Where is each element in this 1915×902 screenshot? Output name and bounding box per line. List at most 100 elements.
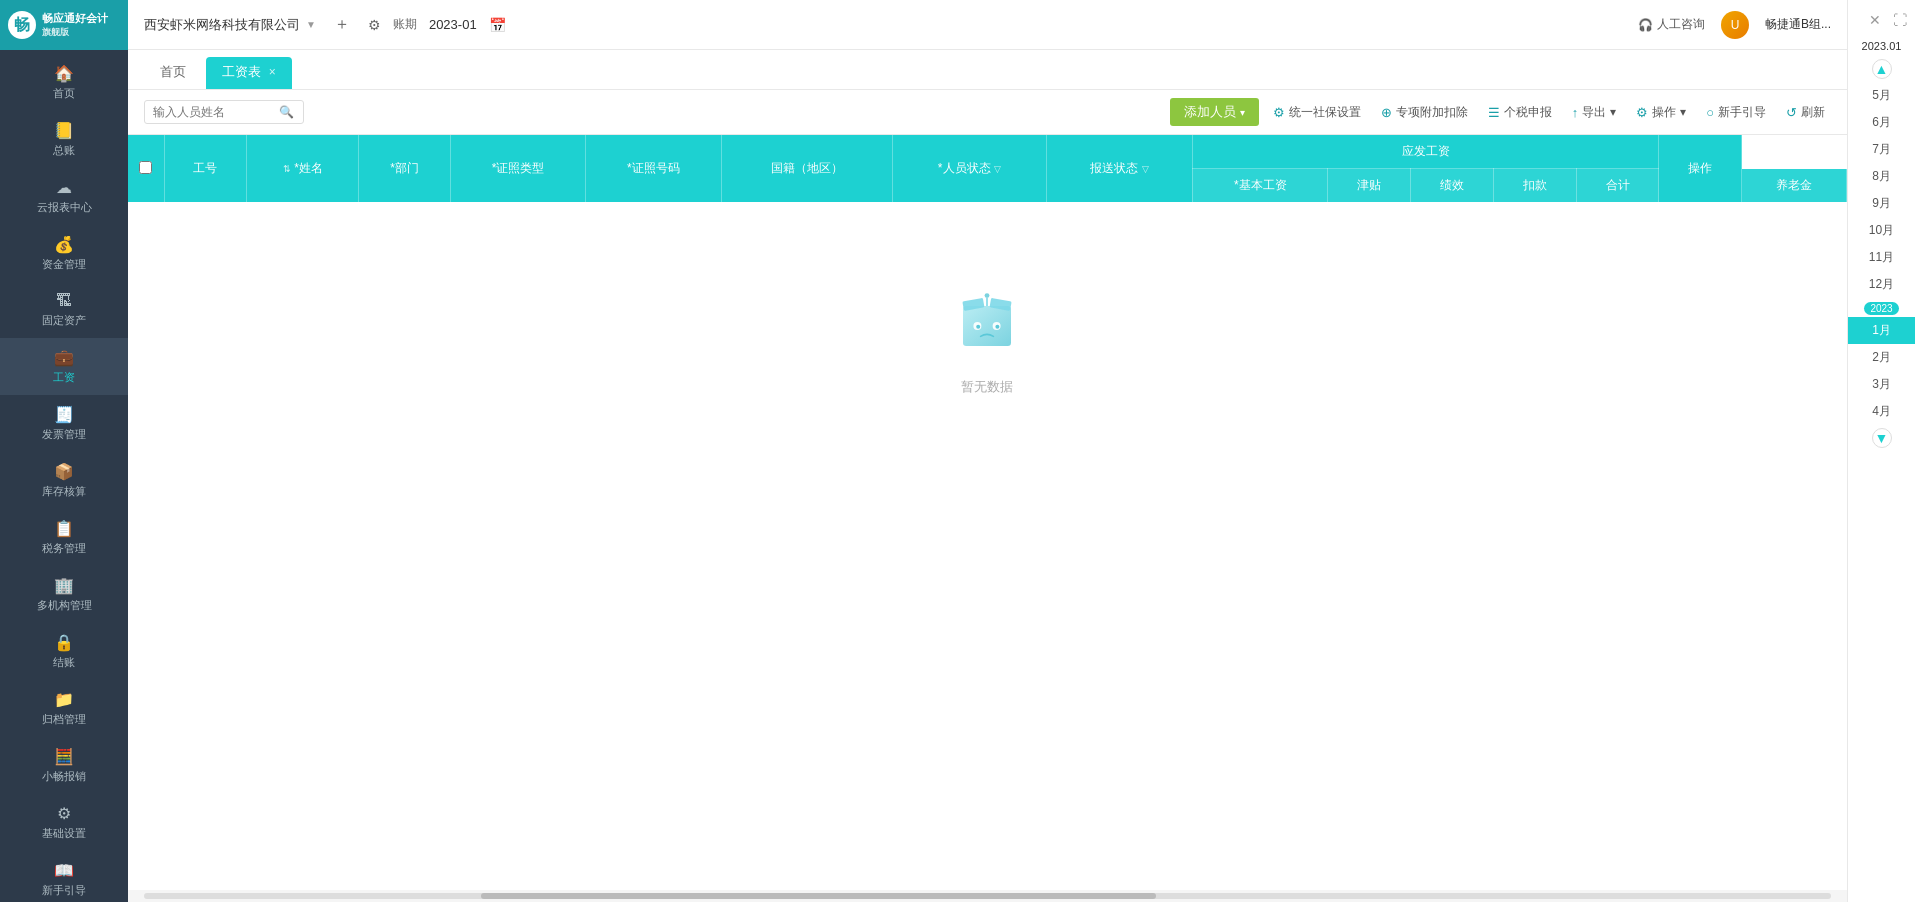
period-5[interactable]: 5月 <box>1848 82 1915 109</box>
operations-arrow-icon: ▾ <box>1680 105 1686 119</box>
sidebar-item-cloud-report[interactable]: ☁ 云报表中心 <box>0 168 128 225</box>
period-value: 2023-01 <box>429 17 477 32</box>
sidebar-label-expense: 小畅报销 <box>42 769 86 784</box>
sidebar-item-home[interactable]: 🏠 首页 <box>0 54 128 111</box>
th-allowance: 津贴 <box>1328 169 1411 203</box>
company-selector[interactable]: 西安虾米网络科技有限公司 ▼ <box>144 16 316 34</box>
svg-rect-0 <box>963 306 1011 346</box>
multi-org-icon: 🏢 <box>54 576 74 595</box>
salary-table: 工号 ⇅ *姓名 *部门 *证照类型 *证照号码 国籍（地区） *人员状态 ▽ … <box>128 135 1847 476</box>
sidebar-label-ledger: 总账 <box>53 143 75 158</box>
chevron-down-icon: ▼ <box>306 19 316 30</box>
year-badge: 2023 <box>1864 302 1898 315</box>
company-name: 西安虾米网络科技有限公司 <box>144 16 300 34</box>
th-dept: *部门 <box>359 135 450 202</box>
special-deduction-action[interactable]: ⊕ 专项附加扣除 <box>1375 100 1474 125</box>
calendar-icon[interactable]: 📅 <box>489 17 506 33</box>
topbar-right: 🎧 人工咨询 U 畅捷通B组... <box>1638 11 1831 39</box>
tab-home-label: 首页 <box>160 64 186 79</box>
operations-action[interactable]: ⚙ 操作 ▾ <box>1630 100 1692 125</box>
select-all-checkbox[interactable] <box>139 161 152 174</box>
sidebar-nav: 🏠 首页 📒 总账 ☁ 云报表中心 💰 资金管理 🏗 固定资产 💼 工资 🧾 发… <box>0 50 128 902</box>
add-person-button[interactable]: 添加人员 ▾ <box>1170 98 1259 126</box>
th-checkbox[interactable] <box>128 135 164 202</box>
scrollbar-track[interactable] <box>144 893 1831 899</box>
funds-icon: 💰 <box>54 235 74 254</box>
period-11[interactable]: 11月 <box>1848 244 1915 271</box>
tax-report-label: 个税申报 <box>1504 104 1552 121</box>
company-settings-button[interactable]: ⚙ <box>368 17 381 33</box>
sidebar: 畅 畅应通好会计 旗舰版 🏠 首页 📒 总账 ☁ 云报表中心 💰 资金管理 🏗 … <box>0 0 128 902</box>
search-input[interactable] <box>153 105 273 119</box>
tab-home[interactable]: 首页 <box>144 57 202 89</box>
tax-report-action[interactable]: ☰ 个税申报 <box>1482 100 1558 125</box>
sidebar-item-salary[interactable]: 💼 工资 <box>0 338 128 395</box>
sidebar-label-funds: 资金管理 <box>42 257 86 272</box>
period-7[interactable]: 7月 <box>1848 136 1915 163</box>
sidebar-label-tax: 税务管理 <box>42 541 86 556</box>
name-sort-icon[interactable]: ⇅ <box>283 164 291 174</box>
svg-point-5 <box>976 325 980 329</box>
sidebar-label-settings: 基础设置 <box>42 826 86 841</box>
toolbar-right: 添加人员 ▾ ⚙ 统一社保设置 ⊕ 专项附加扣除 ☰ 个税申报 ↑ 导出 <box>1170 98 1831 126</box>
th-nation: 国籍（地区） <box>721 135 892 202</box>
period-3[interactable]: 3月 <box>1848 371 1915 398</box>
sidebar-label-multi-org: 多机构管理 <box>37 598 92 613</box>
tab-salary[interactable]: 工资表 × <box>206 57 292 89</box>
cloud-icon: ☁ <box>56 178 72 197</box>
period-12[interactable]: 12月 <box>1848 271 1915 298</box>
svg-point-6 <box>996 325 1000 329</box>
export-action[interactable]: ↑ 导出 ▾ <box>1566 100 1623 125</box>
operations-label: 操作 <box>1652 104 1676 121</box>
sidebar-item-expense[interactable]: 🧮 小畅报销 <box>0 737 128 794</box>
period-2[interactable]: 2月 <box>1848 344 1915 371</box>
period-10[interactable]: 10月 <box>1848 217 1915 244</box>
social-security-action[interactable]: ⚙ 统一社保设置 <box>1267 100 1367 125</box>
assets-icon: 🏗 <box>56 292 72 310</box>
scroll-up-arrow[interactable]: ▲ <box>1872 59 1892 79</box>
close-panel-button[interactable]: ✕ <box>1865 10 1885 30</box>
sidebar-item-funds[interactable]: 💰 资金管理 <box>0 225 128 282</box>
inventory-icon: 📦 <box>54 462 74 481</box>
period-label: 账期 <box>393 16 417 33</box>
app-subtitle: 旗舰版 <box>42 26 108 39</box>
salary-toolbar: 🔍 添加人员 ▾ ⚙ 统一社保设置 ⊕ 专项附加扣除 ☰ 个税申报 <box>128 90 1847 135</box>
sidebar-label-cloud: 云报表中心 <box>37 200 92 215</box>
add-company-button[interactable]: ＋ <box>328 12 356 37</box>
service-label: 人工咨询 <box>1657 16 1705 33</box>
sidebar-item-close-books[interactable]: 🔒 结账 <box>0 623 128 680</box>
sidebar-item-tax[interactable]: 📋 税务管理 <box>0 509 128 566</box>
settings-icon: ⚙ <box>57 804 71 823</box>
th-pension: 养老金 <box>1742 169 1847 203</box>
sidebar-item-ledger[interactable]: 📒 总账 <box>0 111 128 168</box>
report-filter-icon[interactable]: ▽ <box>1142 164 1149 174</box>
new-guide-action[interactable]: ○ 新手引导 <box>1700 100 1772 125</box>
sidebar-item-multi-org[interactable]: 🏢 多机构管理 <box>0 566 128 623</box>
tax-report-icon: ☰ <box>1488 105 1500 120</box>
expand-panel-button[interactable]: ⛶ <box>1889 10 1911 30</box>
sidebar-label-assets: 固定资产 <box>42 313 86 328</box>
sidebar-item-archive[interactable]: 📁 归档管理 <box>0 680 128 737</box>
logo-icon: 畅 <box>8 11 36 39</box>
status-filter-icon[interactable]: ▽ <box>994 164 1001 174</box>
sidebar-item-inventory[interactable]: 📦 库存核算 <box>0 452 128 509</box>
period-1-active[interactable]: 1月 <box>1848 317 1915 344</box>
deduction-icon: ⊕ <box>1381 105 1392 120</box>
period-9[interactable]: 9月 <box>1848 190 1915 217</box>
th-id-type: *证照类型 <box>450 135 585 202</box>
scroll-down-arrow[interactable]: ▼ <box>1872 428 1892 448</box>
period-8[interactable]: 8月 <box>1848 163 1915 190</box>
tab-close-salary[interactable]: × <box>269 65 276 79</box>
period-6[interactable]: 6月 <box>1848 109 1915 136</box>
service-button[interactable]: 🎧 人工咨询 <box>1638 16 1705 33</box>
sidebar-item-invoice[interactable]: 🧾 发票管理 <box>0 395 128 452</box>
refresh-action[interactable]: ↺ 刷新 <box>1780 100 1831 125</box>
sidebar-item-assets[interactable]: 🏗 固定资产 <box>0 282 128 338</box>
user-name: 畅捷通B组... <box>1765 16 1831 33</box>
sidebar-item-settings[interactable]: ⚙ 基础设置 <box>0 794 128 851</box>
sidebar-item-guide[interactable]: 📖 新手引导 <box>0 851 128 902</box>
user-avatar: U <box>1721 11 1749 39</box>
th-name: ⇅ *姓名 <box>247 135 359 202</box>
period-4[interactable]: 4月 <box>1848 398 1915 425</box>
empty-state: 暂无数据 <box>128 202 1847 476</box>
